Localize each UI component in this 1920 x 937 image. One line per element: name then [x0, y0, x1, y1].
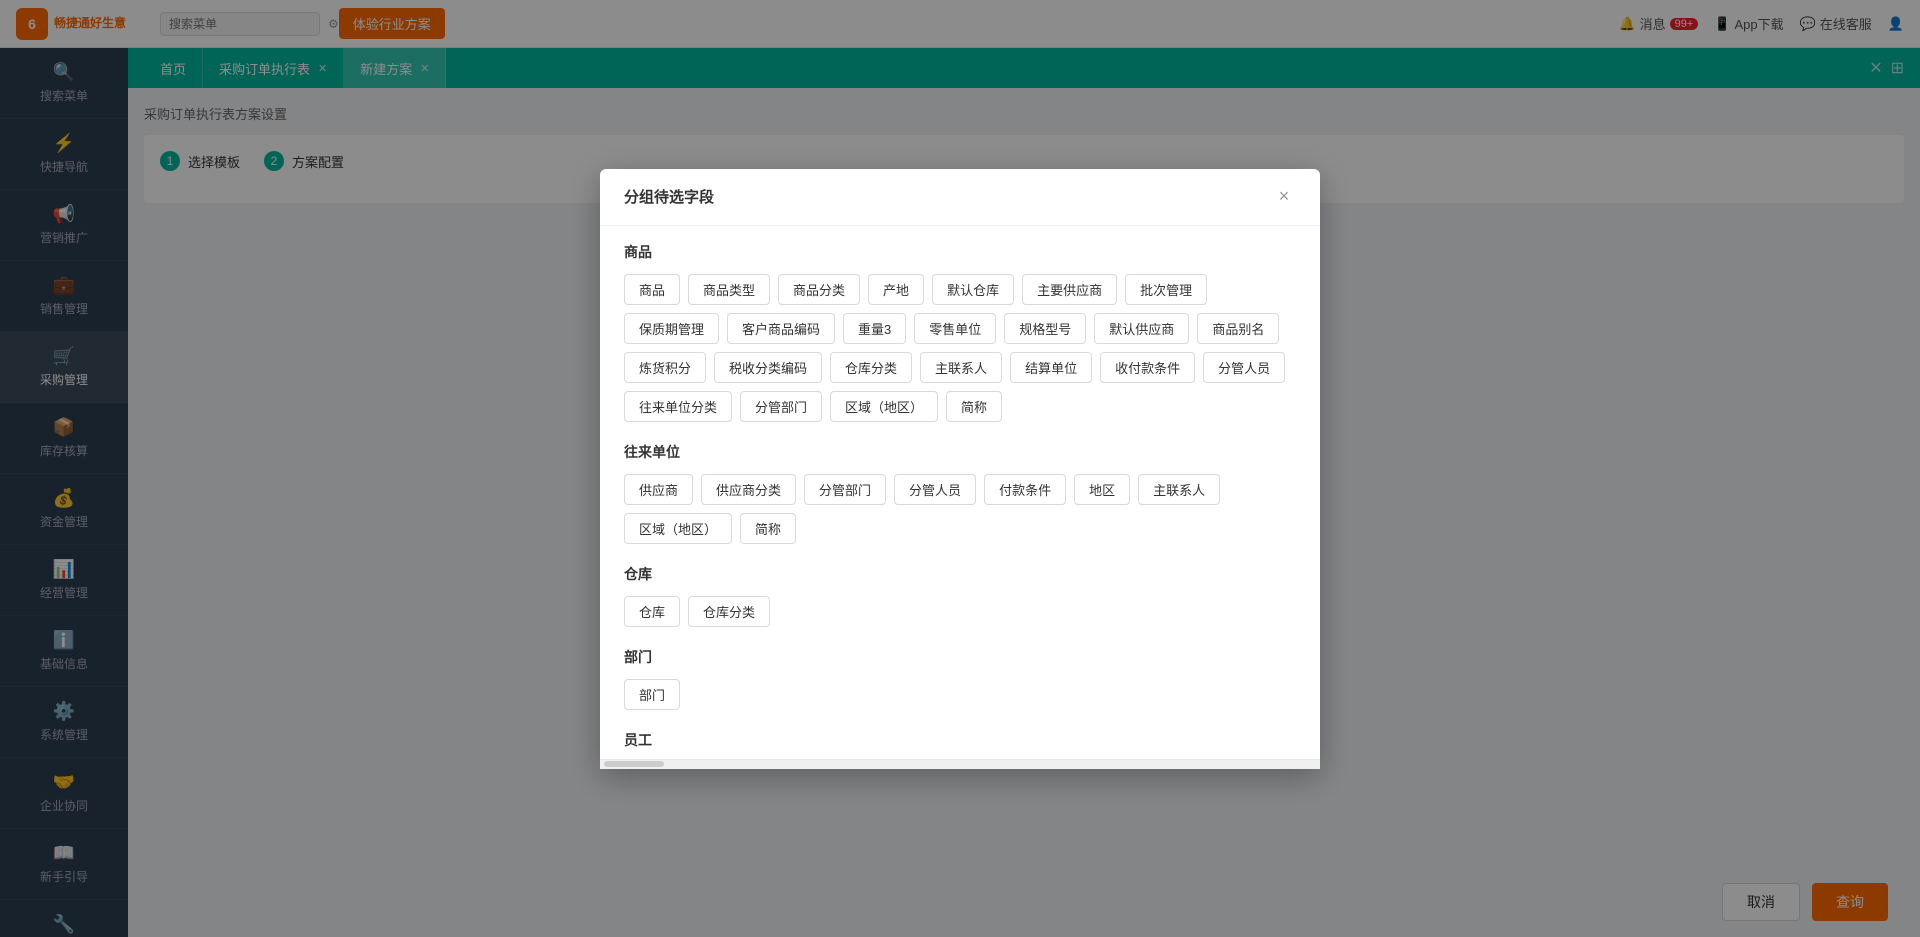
modal-scroll-track — [600, 759, 1320, 769]
field-tag[interactable]: 仓库分类 — [830, 352, 912, 383]
section-department: 部门部门 — [624, 647, 1296, 710]
field-tag[interactable]: 重量3 — [843, 313, 906, 344]
modal-header: 分组待选字段 × — [600, 169, 1320, 226]
modal-body: 商品商品商品类型商品分类产地默认仓库主要供应商批次管理保质期管理客户商品编码重量… — [600, 226, 1320, 759]
field-tag[interactable]: 仓库分类 — [688, 596, 770, 627]
section-warehouse: 仓库仓库仓库分类 — [624, 564, 1296, 627]
field-tag[interactable]: 简称 — [740, 513, 796, 544]
field-tag[interactable]: 付款条件 — [984, 474, 1066, 505]
field-tag[interactable]: 零售单位 — [914, 313, 996, 344]
section-title-goods: 商品 — [624, 242, 1296, 262]
field-tag[interactable]: 规格型号 — [1004, 313, 1086, 344]
field-tag[interactable]: 主联系人 — [1138, 474, 1220, 505]
field-tag[interactable]: 主联系人 — [920, 352, 1002, 383]
field-tag[interactable]: 商品 — [624, 274, 680, 305]
field-tags-warehouse: 仓库仓库分类 — [624, 596, 1296, 627]
field-tag[interactable]: 区域（地区） — [830, 391, 938, 422]
field-tag[interactable]: 税收分类编码 — [714, 352, 822, 383]
modal-close-button[interactable]: × — [1272, 185, 1296, 209]
field-tag[interactable]: 往来单位分类 — [624, 391, 732, 422]
field-tag[interactable]: 收付款条件 — [1100, 352, 1195, 383]
modal-title: 分组待选字段 — [624, 186, 714, 207]
section-title-warehouse: 仓库 — [624, 564, 1296, 584]
field-tag[interactable]: 分管部门 — [740, 391, 822, 422]
field-tag[interactable]: 分管人员 — [894, 474, 976, 505]
field-tag[interactable]: 商品分类 — [778, 274, 860, 305]
section-partner: 往来单位供应商供应商分类分管部门分管人员付款条件地区主联系人区域（地区） 简称 — [624, 442, 1296, 544]
modal-overlay: 分组待选字段 × 商品商品商品类型商品分类产地默认仓库主要供应商批次管理保质期管… — [0, 0, 1920, 937]
field-tag[interactable]: 区域（地区） — [624, 513, 732, 544]
field-tag[interactable]: 简称 — [946, 391, 1002, 422]
field-tag[interactable]: 结算单位 — [1010, 352, 1092, 383]
section-employee: 员工业务员 — [624, 730, 1296, 759]
field-tag[interactable]: 保质期管理 — [624, 313, 719, 344]
field-tag[interactable]: 仓库 — [624, 596, 680, 627]
field-tag[interactable]: 供应商 — [624, 474, 693, 505]
field-tag[interactable]: 地区 — [1074, 474, 1130, 505]
section-goods: 商品商品商品类型商品分类产地默认仓库主要供应商批次管理保质期管理客户商品编码重量… — [624, 242, 1296, 422]
field-tag[interactable]: 客户商品编码 — [727, 313, 835, 344]
section-title-employee: 员工 — [624, 730, 1296, 750]
field-tag[interactable]: 炼货积分 — [624, 352, 706, 383]
section-title-department: 部门 — [624, 647, 1296, 667]
modal-dialog: 分组待选字段 × 商品商品商品类型商品分类产地默认仓库主要供应商批次管理保质期管… — [600, 169, 1320, 769]
field-tag[interactable]: 主要供应商 — [1022, 274, 1117, 305]
field-tag[interactable]: 分管人员 — [1203, 352, 1285, 383]
section-title-partner: 往来单位 — [624, 442, 1296, 462]
field-tag[interactable]: 供应商分类 — [701, 474, 796, 505]
field-tags-department: 部门 — [624, 679, 1296, 710]
field-tag[interactable]: 部门 — [624, 679, 680, 710]
field-tag[interactable]: 分管部门 — [804, 474, 886, 505]
field-tag[interactable]: 默认仓库 — [932, 274, 1014, 305]
field-tag[interactable]: 批次管理 — [1125, 274, 1207, 305]
field-tag[interactable]: 商品类型 — [688, 274, 770, 305]
field-tag[interactable]: 默认供应商 — [1094, 313, 1189, 344]
field-tags-partner: 供应商供应商分类分管部门分管人员付款条件地区主联系人区域（地区） 简称 — [624, 474, 1296, 544]
field-tag[interactable]: 商品别名 — [1197, 313, 1279, 344]
field-tag[interactable]: 产地 — [868, 274, 924, 305]
modal-scroll-thumb — [604, 761, 664, 767]
field-tags-goods: 商品商品类型商品分类产地默认仓库主要供应商批次管理保质期管理客户商品编码重量3 零… — [624, 274, 1296, 422]
